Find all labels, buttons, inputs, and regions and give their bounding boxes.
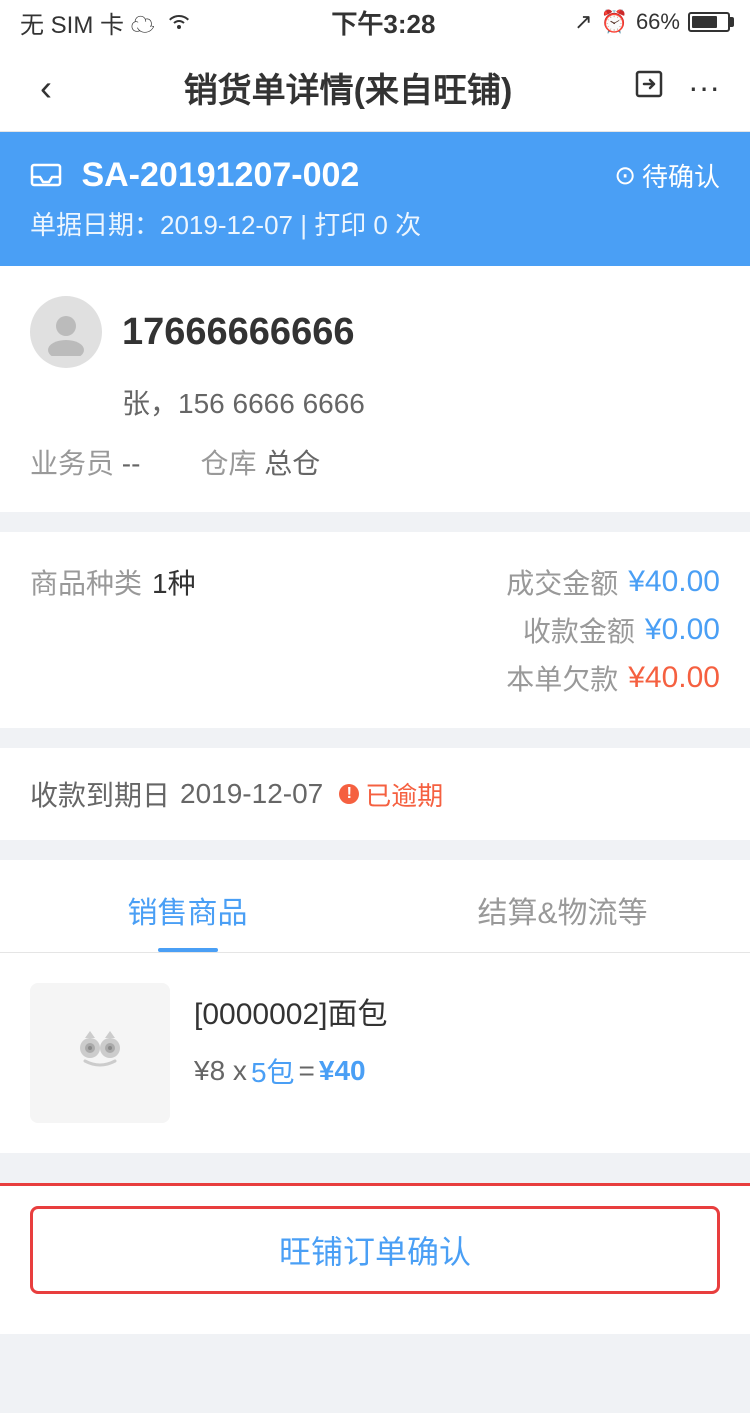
more-button[interactable]: ··· [688, 69, 720, 106]
goods-type-item: 商品种类 1种 [30, 562, 196, 602]
summary-card: 商品种类 1种 成交金额 ¥40.00 收款金额 ¥0.00 本单欠款 ¥40.… [0, 532, 750, 728]
nav-actions: ··· [634, 69, 720, 107]
product-total: ¥40 [319, 1055, 366, 1087]
status-left: 无 SIM 卡 ☁ [20, 5, 193, 40]
salesperson-value: -- [122, 448, 141, 479]
payment-amount-value: ¥0.00 [645, 613, 720, 647]
product-list: [0000002]面包 ¥8 x 5包 = ¥40 [0, 953, 750, 1153]
balance-amount-row: 本单欠款 ¥40.00 [506, 658, 720, 698]
order-status: ⊙ 待确认 [614, 157, 720, 194]
overdue-badge: ! 已逾期 [339, 776, 443, 813]
order-id: SA-20191207-002 [30, 156, 359, 195]
product-thumbnail [30, 983, 170, 1123]
alarm-icon: ⏰ [601, 9, 628, 35]
product-name: [0000002]面包 [194, 989, 720, 1033]
order-date: 单据日期：2019-12-07 | 打印 0 次 [30, 205, 720, 242]
confirm-order-button[interactable]: 旺铺订单确认 [30, 1206, 720, 1294]
transaction-amount-value: ¥40.00 [628, 565, 720, 599]
product-equals: = [299, 1055, 315, 1087]
warehouse-item: 仓库 总仓 [200, 442, 320, 482]
avatar [30, 296, 102, 368]
status-text: 待确认 [642, 157, 720, 194]
goods-type-label: 商品种类 [30, 562, 142, 602]
customer-phone: 17666666666 [122, 311, 354, 354]
product-item: [0000002]面包 ¥8 x 5包 = ¥40 [30, 983, 720, 1123]
goods-type-value: 1种 [152, 562, 196, 602]
product-price-row: ¥8 x 5包 = ¥40 [194, 1051, 720, 1091]
tab-settlement[interactable]: 结算&物流等 [375, 860, 750, 952]
product-qty: 5包 [251, 1051, 295, 1091]
location-icon: ↗ [574, 9, 592, 35]
balance-amount-value: ¥40.00 [628, 661, 720, 695]
nav-bar: ‹ 销货单详情(来自旺铺) ··· [0, 44, 750, 132]
summary-left: 商品种类 1种 [30, 562, 196, 602]
back-button[interactable]: ‹ [30, 57, 62, 119]
product-price: ¥8 x [194, 1055, 247, 1087]
tabs-container: 销售商品 结算&物流等 [0, 860, 750, 953]
warehouse-value: 总仓 [264, 448, 320, 479]
overdue-icon: ! [339, 784, 359, 804]
due-date-label: 收款到期日 [30, 774, 170, 814]
transaction-amount-label: 成交金额 [506, 562, 618, 602]
sim-label: 无 SIM 卡 ☁ [20, 5, 155, 40]
confirm-btn-container: 旺铺订单确认 [0, 1183, 750, 1334]
salesperson-label: 业务员 [30, 448, 114, 479]
salesperson-item: 业务员 -- [30, 442, 140, 482]
product-info: [0000002]面包 ¥8 x 5包 = ¥40 [194, 983, 720, 1091]
battery-icon [688, 12, 730, 32]
customer-meta: 业务员 -- 仓库 总仓 [30, 442, 720, 482]
order-id-row: SA-20191207-002 ⊙ 待确认 [30, 156, 720, 195]
order-header: SA-20191207-002 ⊙ 待确认 单据日期：2019-12-07 | … [0, 132, 750, 266]
customer-card: 17666666666 张，156 6666 6666 业务员 -- 仓库 总仓 [0, 266, 750, 512]
balance-amount-label: 本单欠款 [506, 658, 618, 698]
payment-amount-label: 收款金额 [523, 610, 635, 650]
share-button[interactable] [634, 69, 664, 107]
status-bar: 无 SIM 卡 ☁ 下午3:28 ↗ ⏰ 66% [0, 0, 750, 44]
due-date-value: 2019-12-07 [180, 778, 323, 810]
confirm-order-label: 旺铺订单确认 [279, 1227, 471, 1273]
battery-percent: 66% [636, 9, 680, 35]
tab-settlement-label: 结算&物流等 [477, 897, 647, 930]
overdue-text: 已逾期 [365, 776, 443, 813]
wifi-icon [165, 8, 193, 36]
tab-sales-goods[interactable]: 销售商品 [0, 860, 375, 952]
tab-sales-goods-label: 销售商品 [128, 897, 248, 930]
status-time: 下午3:28 [331, 4, 435, 41]
payment-amount-row: 收款金额 ¥0.00 [523, 610, 720, 650]
customer-name: 张，156 6666 6666 [122, 382, 720, 422]
due-date-card: 收款到期日 2019-12-07 ! 已逾期 [0, 748, 750, 840]
page-title: 销货单详情(来自旺铺) [184, 63, 513, 112]
clock-icon: ⊙ [614, 160, 636, 191]
customer-row: 17666666666 [30, 296, 720, 368]
transaction-amount-row: 成交金额 ¥40.00 [506, 562, 720, 602]
warehouse-label: 仓库 [200, 448, 256, 479]
status-right: ↗ ⏰ 66% [574, 9, 730, 35]
summary-right: 成交金额 ¥40.00 收款金额 ¥0.00 本单欠款 ¥40.00 [506, 562, 720, 698]
inbox-icon [30, 156, 71, 194]
